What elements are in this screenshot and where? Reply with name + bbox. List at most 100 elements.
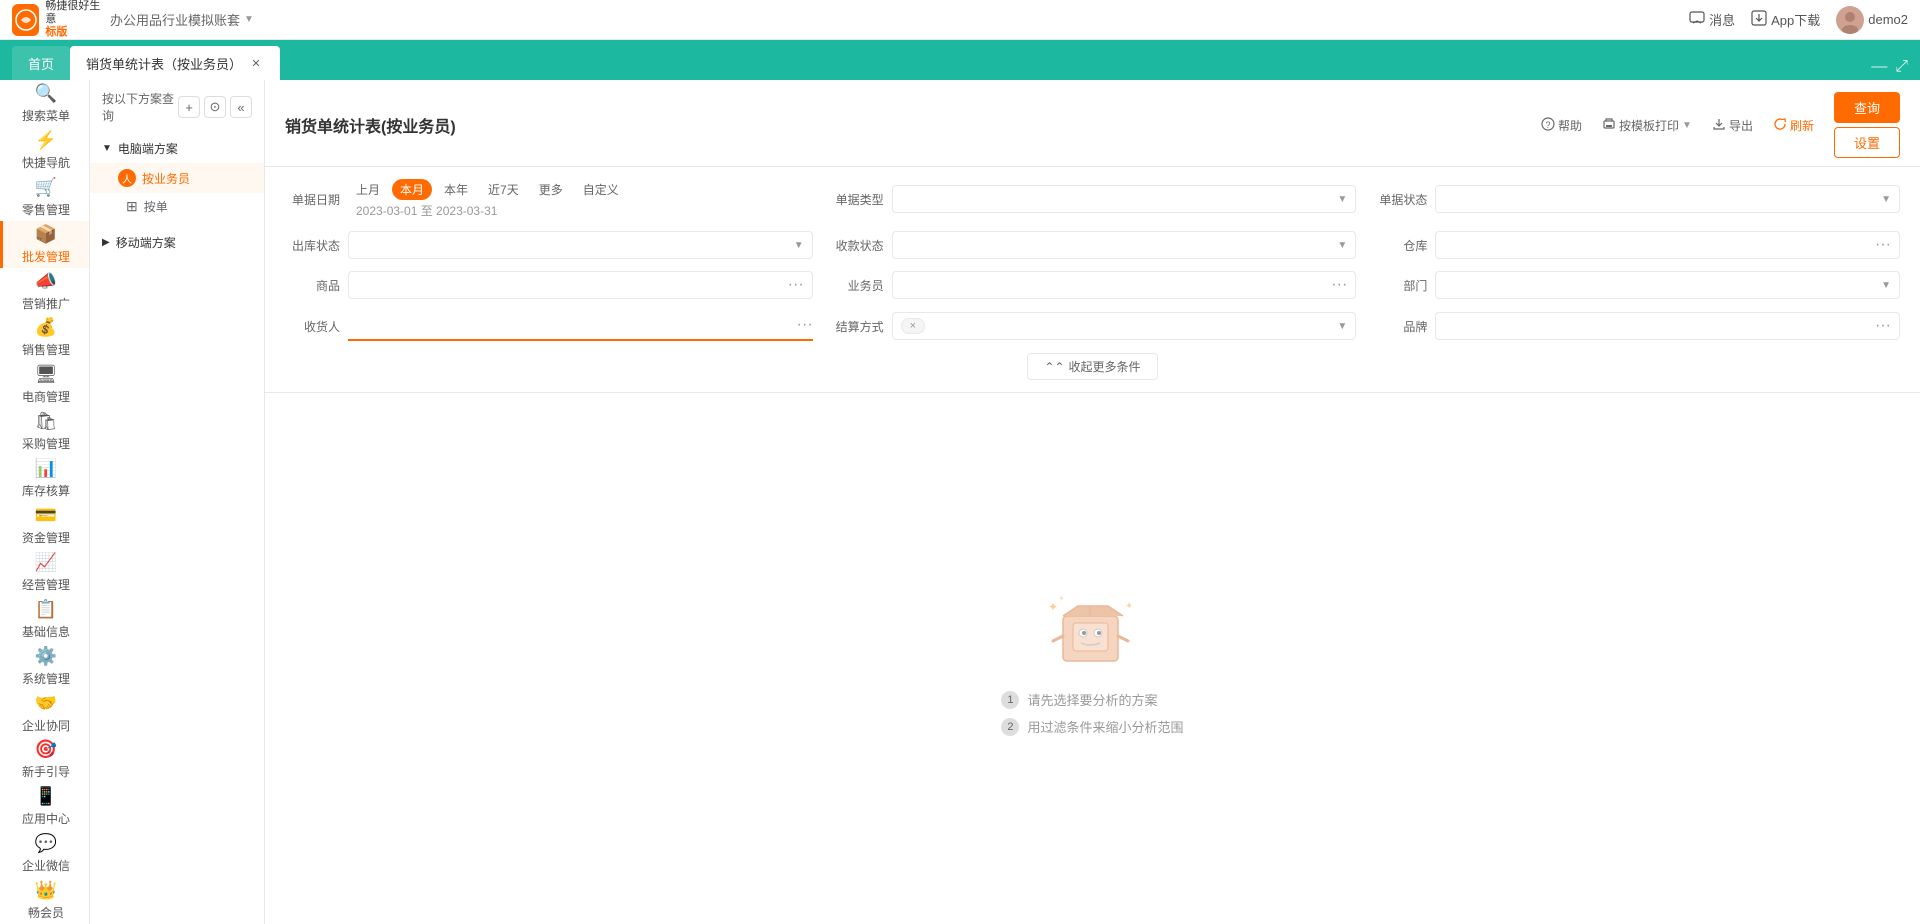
sidebar-item-search-menu[interactable]: 🔍 搜索菜单: [0, 80, 89, 127]
export-button[interactable]: 导出: [1704, 113, 1761, 138]
scheme-group-mobile-header[interactable]: ▶ 移动端方案: [90, 228, 264, 257]
filter-doc-status: 单据状态 ▼: [1372, 179, 1900, 219]
ecommerce-icon: 🖥: [35, 364, 58, 385]
purchase-icon: 🛍: [35, 411, 58, 432]
tab-bar-actions: — ⤢: [1871, 58, 1908, 80]
date-tab-last-month[interactable]: 上月: [348, 179, 388, 200]
page-title: 销货单统计表(按业务员): [285, 113, 456, 137]
sidebar-item-appcenter[interactable]: 📱 应用中心: [0, 783, 89, 830]
tab-close-button[interactable]: ✕: [248, 55, 264, 71]
goods-dots[interactable]: ···: [788, 276, 804, 294]
warehouse-select[interactable]: ···: [1435, 231, 1900, 259]
chevron-down-icon: ▼: [102, 143, 112, 154]
settlement-select[interactable]: × ▼: [892, 312, 1357, 340]
scheme-group-desktop: ▼ 电脑端方案 人 按业务员 ⊞ 按单: [90, 130, 264, 224]
filter-brand: 品牌 ···: [1372, 311, 1900, 341]
grid-icon: ⊞: [126, 198, 138, 215]
receipt-status-select[interactable]: ▼: [892, 231, 1357, 259]
warehouse-dots[interactable]: ···: [1875, 236, 1891, 254]
scheme-settings-button[interactable]: ⊙: [204, 96, 226, 118]
print-button[interactable]: 按模板打印 ▼: [1594, 113, 1700, 138]
date-tab-this-month[interactable]: 本月: [392, 179, 432, 200]
date-tab-7days[interactable]: 近7天: [480, 179, 527, 200]
scheme-item-by-salesperson[interactable]: 人 按业务员: [90, 163, 264, 193]
sidebar: 🔍 搜索菜单 ⚡ 快捷导航 🛒 零售管理 📦 批发管理 📣 营销推广 💰 销售管…: [0, 80, 90, 924]
collapse-button[interactable]: ⌃⌃ 收起更多条件: [1027, 353, 1157, 380]
retail-icon: 🛒: [35, 177, 57, 198]
system-icon: ⚙️: [35, 646, 57, 667]
sidebar-item-operations[interactable]: 📈 经营管理: [0, 549, 89, 596]
scheme-item-by-order[interactable]: ⊞ 按单: [90, 193, 264, 220]
logo: 畅捷很好生意 标版: [12, 0, 102, 39]
download-icon: [1751, 10, 1767, 29]
date-tab-custom[interactable]: 自定义: [575, 179, 627, 200]
sidebar-item-member[interactable]: 👑 畅会员: [0, 877, 89, 924]
salesperson-dots[interactable]: ···: [1331, 276, 1347, 294]
collapse-icon: ⌃⌃: [1044, 360, 1064, 374]
sidebar-item-sales[interactable]: 💰 销售管理: [0, 314, 89, 361]
salesperson-select[interactable]: ···: [892, 271, 1357, 299]
marketing-icon: 📣: [35, 271, 57, 292]
tab-sales-stat[interactable]: 销货单统计表（按业务员） ✕: [70, 46, 280, 80]
doc-type-select[interactable]: ▼: [892, 185, 1357, 213]
finance-icon: 💳: [35, 505, 57, 526]
main-panel: 销货单统计表(按业务员) ? 帮助: [265, 80, 1920, 924]
sidebar-item-retail[interactable]: 🛒 零售管理: [0, 174, 89, 221]
sidebar-item-inventory[interactable]: 📊 库存核算: [0, 455, 89, 502]
messages-button[interactable]: 消息: [1689, 10, 1735, 29]
department-dropdown-icon: ▼: [1881, 280, 1891, 291]
sidebar-item-purchase[interactable]: 🛍 采购管理: [0, 408, 89, 455]
date-tabs: 上月 本月 本年 近7天 更多 自定义: [348, 179, 813, 200]
sidebar-item-system[interactable]: ⚙️ 系统管理: [0, 643, 89, 690]
operations-icon: 📈: [35, 552, 57, 573]
query-button[interactable]: 查询: [1834, 92, 1900, 123]
sidebar-item-finance[interactable]: 💳 资金管理: [0, 502, 89, 549]
user-menu[interactable]: demo2: [1836, 6, 1908, 34]
newbie-icon: 🎯: [35, 739, 57, 760]
filter-department: 部门 ▼: [1372, 271, 1900, 299]
scheme-add-button[interactable]: +: [178, 96, 200, 118]
scheme-group-desktop-header[interactable]: ▼ 电脑端方案: [90, 134, 264, 163]
receiver-dots[interactable]: ···: [797, 316, 813, 334]
refresh-button[interactable]: 刷新: [1765, 113, 1822, 138]
date-tab-more[interactable]: 更多: [531, 179, 571, 200]
empty-hint-1: 1 请先选择要分析的方案: [1001, 690, 1183, 709]
app-title[interactable]: 办公用品行业模拟账套 ▼: [110, 10, 1681, 29]
filter-out-status: 出库状态 ▼: [285, 231, 813, 259]
receiver-input[interactable]: [348, 311, 793, 339]
dropdown-icon: ▼: [244, 14, 254, 25]
tab-home[interactable]: 首页: [12, 46, 70, 80]
empty-illustration: ✦ ✦ ✦: [1043, 581, 1143, 674]
page-header: 销货单统计表(按业务员) ? 帮助: [265, 80, 1920, 167]
out-status-select[interactable]: ▼: [348, 231, 813, 259]
sidebar-item-ecommerce[interactable]: 🖥 电商管理: [0, 361, 89, 408]
sidebar-item-newbie[interactable]: 🎯 新手引导: [0, 736, 89, 783]
settings-button[interactable]: 设置: [1834, 127, 1900, 158]
scheme-actions: + ⊙ «: [178, 96, 252, 118]
sidebar-item-marketing[interactable]: 📣 营销推广: [0, 268, 89, 315]
settlement-tag-close[interactable]: ×: [910, 320, 916, 332]
receipt-status-dropdown-icon: ▼: [1337, 240, 1347, 251]
sidebar-item-enterprise[interactable]: 🤝 企业协同: [0, 690, 89, 737]
sidebar-item-wechat[interactable]: 💬 企业微信: [0, 830, 89, 877]
minimize-button[interactable]: —: [1871, 58, 1887, 76]
date-tab-this-year[interactable]: 本年: [436, 179, 476, 200]
refresh-icon: [1773, 117, 1787, 134]
svg-text:?: ?: [1546, 120, 1551, 130]
goods-select[interactable]: ···: [348, 271, 813, 299]
sidebar-item-basics[interactable]: 📋 基础信息: [0, 596, 89, 643]
app-download-button[interactable]: App下载: [1751, 10, 1820, 29]
scheme-collapse-button[interactable]: «: [230, 96, 252, 118]
page-header-actions: ? 帮助: [1533, 92, 1900, 158]
maximize-button[interactable]: ⤢: [1895, 58, 1908, 76]
department-select[interactable]: ▼: [1435, 271, 1900, 299]
help-button[interactable]: ? 帮助: [1533, 113, 1590, 138]
filter-receipt-status: 收款状态 ▼: [829, 231, 1357, 259]
doc-status-select[interactable]: ▼: [1435, 185, 1900, 213]
filter-area: 单据日期 上月 本月 本年 近7天 更多 自定义 2023-03-01 至 20…: [265, 167, 1920, 393]
scheme-panel-header: 按以下方案查询 + ⊙ «: [90, 80, 264, 130]
sidebar-item-quick-nav[interactable]: ⚡ 快捷导航: [0, 127, 89, 174]
sidebar-item-wholesale[interactable]: 📦 批发管理: [0, 221, 89, 268]
brand-select[interactable]: ···: [1435, 312, 1900, 340]
brand-dots[interactable]: ···: [1875, 317, 1891, 335]
